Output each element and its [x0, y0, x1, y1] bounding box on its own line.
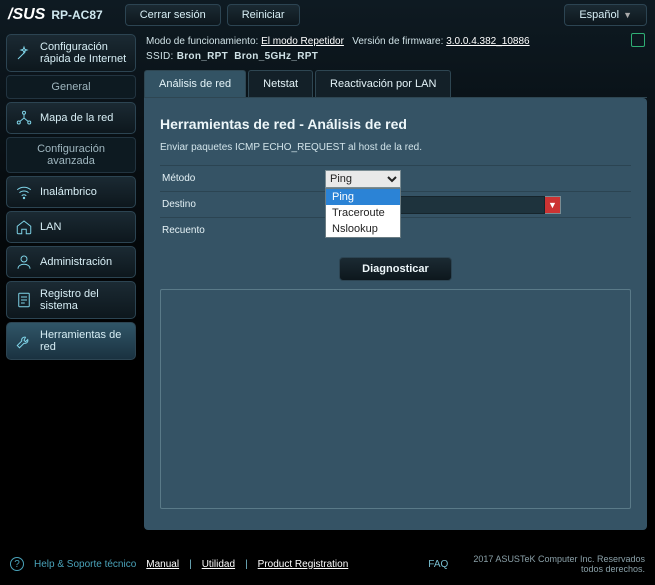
sidebar-item-wireless[interactable]: Inalámbrico	[6, 176, 136, 208]
chevron-down-icon: ▼	[623, 10, 632, 20]
tab-wol[interactable]: Reactivación por LAN	[315, 70, 451, 97]
panel-description: Enviar paquetes ICMP ECHO_REQUEST al hos…	[160, 142, 631, 153]
sidebar-item-quick-setup[interactable]: Configuración rápida de Internet	[6, 34, 136, 72]
ssid-24g-value: Bron_RPT	[177, 51, 228, 62]
language-dropdown[interactable]: Español ▼	[564, 4, 647, 26]
document-icon	[15, 291, 33, 309]
tab-bar: Análisis de red Netstat Reactivación por…	[144, 70, 647, 98]
sidebar-item-network-map[interactable]: Mapa de la red	[6, 102, 136, 134]
row-method: Método Ping Ping Traceroute Nslookup	[160, 165, 631, 191]
ssid-label: SSID:	[146, 51, 174, 62]
brand-logo: /SUS	[8, 7, 45, 23]
wifi-icon	[15, 183, 33, 201]
firmware-version-link[interactable]: 3.0.0.4.382_10886	[446, 36, 529, 47]
operation-mode-link[interactable]: El modo Repetidor	[261, 36, 344, 47]
method-option-nslookup[interactable]: Nslookup	[326, 221, 400, 237]
product-registration-link[interactable]: Product Registration	[258, 559, 349, 570]
tools-icon	[15, 332, 33, 350]
mode-label: Modo de funcionamiento:	[146, 36, 258, 47]
home-icon	[15, 218, 33, 236]
sidebar-item-network-tools[interactable]: Herramientas de red	[6, 322, 136, 360]
model-label: RP-AC87	[51, 8, 102, 22]
manual-link[interactable]: Manual	[146, 559, 179, 570]
sidebar-heading-general: General	[6, 75, 136, 99]
output-textarea[interactable]	[160, 289, 631, 509]
method-dropdown-list: Ping Traceroute Nslookup	[325, 188, 401, 238]
method-label: Método	[160, 173, 325, 184]
sidebar-item-syslog[interactable]: Registro del sistema	[6, 281, 136, 319]
footer: ? Help & Soporte técnico Manual | Utilid…	[0, 550, 655, 578]
target-label: Destino	[160, 199, 325, 210]
copy-icon[interactable]	[631, 33, 645, 47]
diagnose-button[interactable]: Diagnosticar	[339, 257, 452, 281]
sidebar-item-label: LAN	[40, 221, 61, 233]
sidebar-item-label: Herramientas de red	[40, 329, 129, 353]
sidebar-heading-advanced: Configuración avanzada	[6, 137, 136, 173]
panel-title: Herramientas de red - Análisis de red	[160, 116, 631, 132]
sidebar-item-label: Configuración rápida de Internet	[40, 41, 129, 65]
target-dropdown-icon[interactable]: ▼	[545, 196, 561, 214]
main-content: Modo de funcionamiento: El modo Repetido…	[140, 30, 655, 550]
sidebar-item-label: Inalámbrico	[40, 186, 97, 198]
logout-button[interactable]: Cerrar sesión	[125, 4, 221, 26]
top-bar: /SUS RP-AC87 Cerrar sesión Reiniciar Esp…	[0, 0, 655, 30]
sidebar-item-admin[interactable]: Administración	[6, 246, 136, 278]
method-select[interactable]: Ping	[325, 170, 401, 188]
count-label: Recuento	[160, 225, 325, 236]
utility-link[interactable]: Utilidad	[202, 559, 235, 570]
network-map-icon	[15, 109, 33, 127]
sidebar-item-label: Registro del sistema	[40, 288, 129, 312]
sidebar-item-lan[interactable]: LAN	[6, 211, 136, 243]
content-panel: Herramientas de red - Análisis de red En…	[144, 98, 647, 530]
reboot-button[interactable]: Reiniciar	[227, 4, 300, 26]
user-icon	[15, 253, 33, 271]
magic-wand-icon	[15, 44, 33, 62]
sidebar-item-label: Administración	[40, 256, 112, 268]
sidebar: Configuración rápida de Internet General…	[0, 30, 140, 550]
firmware-label: Versión de firmware:	[352, 36, 443, 47]
status-bar: Modo de funcionamiento: El modo Repetido…	[144, 30, 647, 70]
language-label: Español	[579, 9, 619, 21]
ssid-5g-value: Bron_5GHz_RPT	[234, 51, 318, 62]
tab-netstat[interactable]: Netstat	[248, 70, 313, 97]
help-support-label: Help & Soporte técnico	[34, 559, 136, 570]
method-option-ping[interactable]: Ping	[326, 189, 400, 205]
sidebar-item-label: Mapa de la red	[40, 112, 113, 124]
method-option-traceroute[interactable]: Traceroute	[326, 205, 400, 221]
copyright-text: 2017 ASUSTeK Computer Inc. Reservados to…	[458, 554, 645, 574]
faq-link[interactable]: FAQ	[428, 559, 448, 570]
help-icon[interactable]: ?	[10, 557, 24, 571]
tab-network-analysis[interactable]: Análisis de red	[144, 70, 246, 97]
